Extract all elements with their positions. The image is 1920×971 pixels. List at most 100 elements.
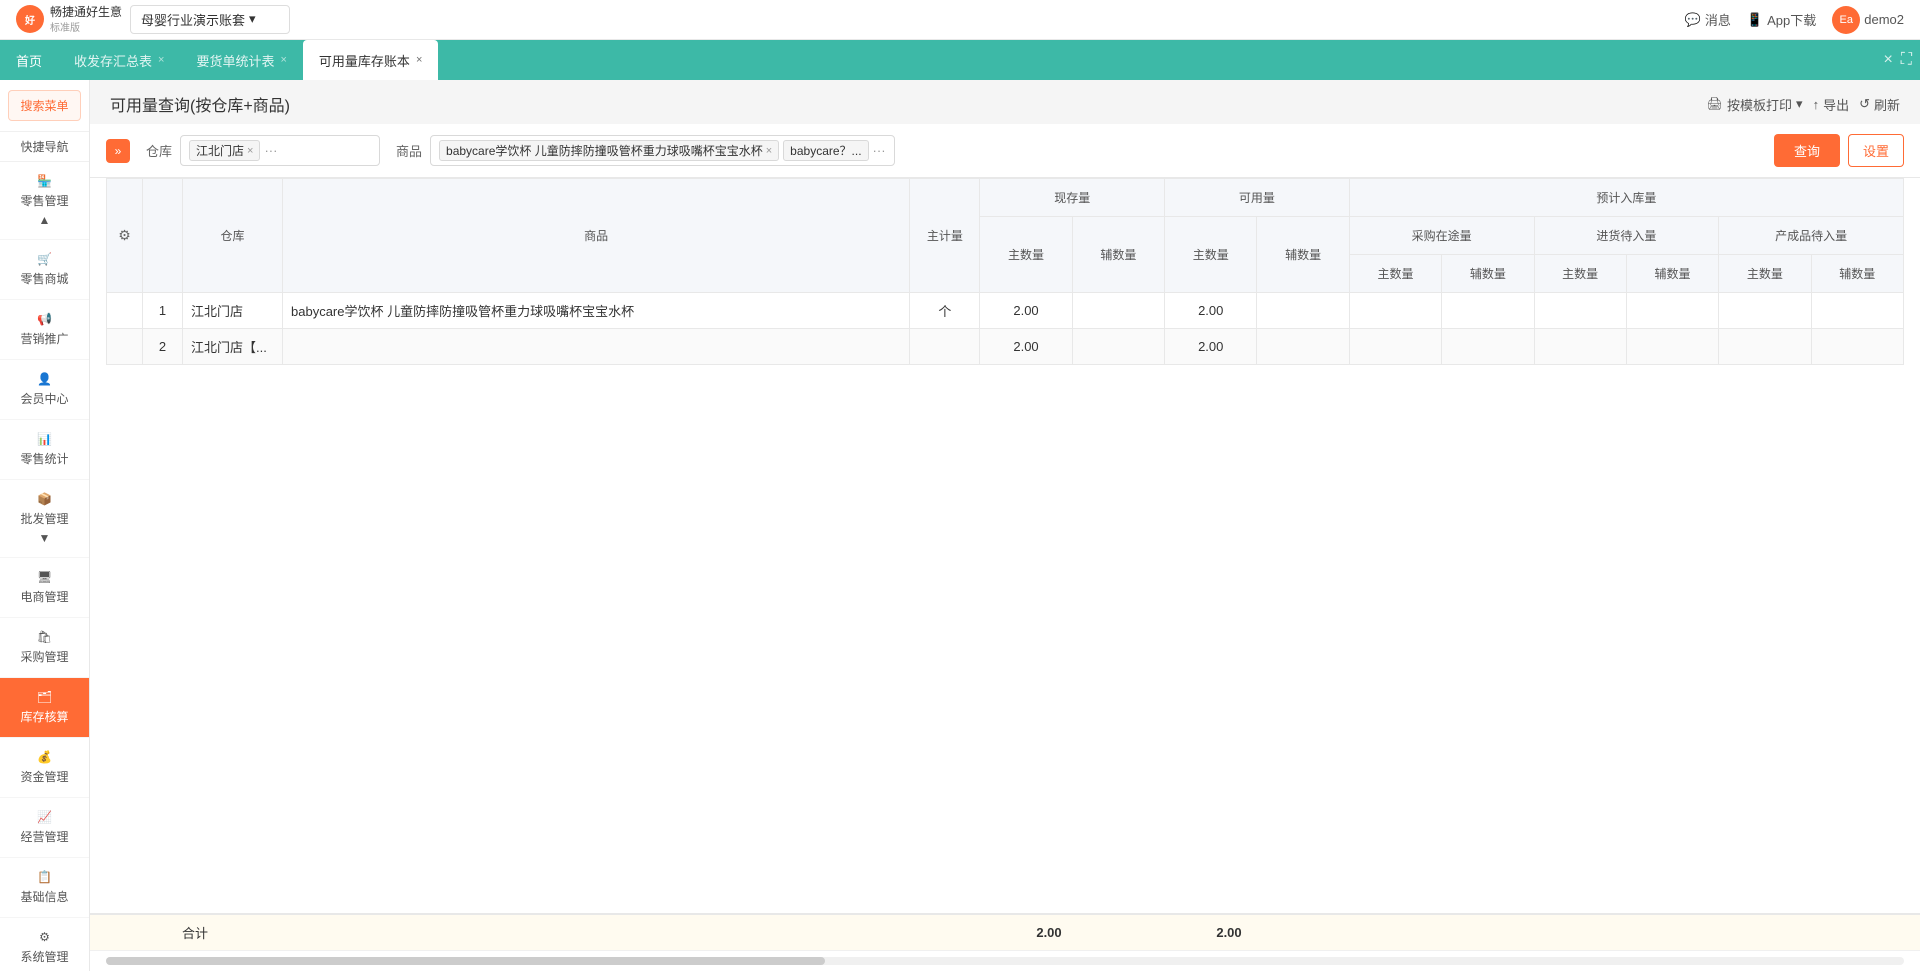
sidebar-item-operations-mgmt[interactable]: 📈 经营管理 bbox=[0, 798, 89, 858]
sidebar-item-finance-mgmt[interactable]: 💰 资金管理 bbox=[0, 738, 89, 798]
tab-available-stock-close[interactable]: × bbox=[416, 54, 422, 66]
sidebar-item-retail-mgmt[interactable]: 🏪 零售管理 ▲ bbox=[0, 162, 89, 240]
tab-receive-send-label: 收发存汇总表 bbox=[74, 51, 152, 70]
sidebar: 搜索菜单 快捷导航 🏪 零售管理 ▲ 🛒 零售商城 📢 营销推广 👤 会员中心 … bbox=[0, 80, 90, 971]
company-selector[interactable]: 母婴行业演示账套 ▾ bbox=[130, 5, 290, 34]
company-name: 母婴行业演示账套 bbox=[141, 10, 245, 29]
table-area: ⚙ 仓库 商品 主计量 现存量 可用量 预计入库量 主数量 辅数量 主数量 bbox=[90, 178, 1920, 913]
warehouse-filter-label: 仓库 bbox=[146, 141, 172, 160]
th-available: 可用量 bbox=[1165, 179, 1350, 217]
refresh-btn[interactable]: ↺ 刷新 bbox=[1859, 95, 1900, 114]
logo-area: 好 畅捷通好生意 标准版 bbox=[16, 5, 122, 34]
content-area: 可用量查询(按仓库+商品) 🖨 按模板打印 ▾ ↑ 导出 ↺ 刷新 » bbox=[90, 80, 1920, 971]
export-icon: ↑ bbox=[1813, 97, 1820, 112]
warehouse-ellipsis[interactable]: ··· bbox=[264, 143, 277, 158]
tab-order-stats-label: 要货单统计表 bbox=[196, 51, 274, 70]
tab-fullscreen-btn[interactable]: ⛶ bbox=[1901, 51, 1912, 69]
product-filter-input[interactable]: babycare学饮杯 儿童防摔防撞吸管杯重力球吸嘴杯宝宝水杯 × babyca… bbox=[430, 135, 895, 166]
footer-label: 合计 bbox=[182, 923, 342, 942]
product-ellipsis[interactable]: ··· bbox=[873, 143, 886, 158]
tab-available-stock[interactable]: 可用量库存账本 × bbox=[303, 40, 438, 80]
logo-subtitle: 标准版 bbox=[50, 19, 122, 34]
refresh-label: 刷新 bbox=[1874, 95, 1900, 114]
cell-warehouse: 江北门店【... bbox=[183, 329, 283, 365]
print-btn[interactable]: 🖨 按模板打印 ▾ bbox=[1707, 95, 1803, 114]
horizontal-scrollbar[interactable] bbox=[90, 950, 1920, 971]
main-layout: 搜索菜单 快捷导航 🏪 零售管理 ▲ 🛒 零售商城 📢 营销推广 👤 会员中心 … bbox=[0, 80, 1920, 971]
product-tag-1: babycare学饮杯 儿童防摔防撞吸管杯重力球吸嘴杯宝宝水杯 × bbox=[439, 140, 779, 161]
sidebar-item-retail-stats[interactable]: 📊 零售统计 bbox=[0, 420, 89, 480]
sidebar-item-purchase-mgmt[interactable]: 🛍 采购管理 bbox=[0, 618, 89, 678]
sidebar-item-basic-info[interactable]: 📋 基础信息 bbox=[0, 858, 89, 918]
cell-available-main: 2.00 bbox=[1165, 329, 1257, 365]
purchase-label: 采购管理 bbox=[20, 648, 68, 665]
cell-unit bbox=[910, 329, 980, 365]
sidebar-item-ecommerce-mgmt[interactable]: 🖥 电商管理 bbox=[0, 558, 89, 618]
sidebar-item-marketing[interactable]: 📢 营销推广 bbox=[0, 300, 89, 360]
purchase-icon: 🛍 bbox=[37, 630, 52, 644]
operations-label: 经营管理 bbox=[20, 828, 68, 845]
cell-product: babycare学饮杯 儿童防摔防撞吸管杯重力球吸嘴杯宝宝水杯 bbox=[283, 293, 910, 329]
tab-receive-send[interactable]: 收发存汇总表 × bbox=[58, 40, 180, 80]
sidebar-item-wholesale-mgmt[interactable]: 📦 批发管理 ▼ bbox=[0, 480, 89, 558]
username: demo2 bbox=[1864, 12, 1904, 27]
th-pending-product-in-main: 主数量 bbox=[1719, 255, 1811, 293]
message-btn[interactable]: 💬 消息 bbox=[1685, 10, 1731, 29]
cell-purchase-transit-aux bbox=[1442, 329, 1534, 365]
settings-btn[interactable]: 设置 bbox=[1848, 134, 1904, 167]
cell-unit: 个 bbox=[910, 293, 980, 329]
page-title: 可用量查询(按仓库+商品) bbox=[110, 92, 290, 116]
member-label: 会员中心 bbox=[20, 390, 68, 407]
th-warehouse: 仓库 bbox=[183, 179, 283, 293]
tab-order-stats[interactable]: 要货单统计表 × bbox=[180, 40, 302, 80]
footer-current-main: 2.00 bbox=[1004, 925, 1094, 940]
user-menu[interactable]: Ea demo2 bbox=[1832, 6, 1904, 34]
nav-tabs: 首页 收发存汇总表 × 要货单统计表 × 可用量库存账本 × × ⛶ bbox=[0, 40, 1920, 80]
cell-purchase-transit-main bbox=[1349, 293, 1441, 329]
page-actions: 🖨 按模板打印 ▾ ↑ 导出 ↺ 刷新 bbox=[1707, 95, 1901, 114]
th-pending-product-in: 产成品待入量 bbox=[1719, 217, 1904, 255]
sidebar-item-system-mgmt[interactable]: ⚙ 系统管理 bbox=[0, 918, 89, 971]
gear-icon[interactable]: ⚙ bbox=[118, 227, 131, 243]
sidebar-item-retail-mall[interactable]: 🛒 零售商城 bbox=[0, 240, 89, 300]
cell-pending-product-in-main bbox=[1719, 329, 1811, 365]
scroll-track bbox=[106, 957, 1904, 965]
logo-text: 畅捷通好生意 bbox=[50, 5, 122, 19]
tab-home[interactable]: 首页 bbox=[0, 40, 58, 80]
th-available-main: 主数量 bbox=[1165, 217, 1257, 293]
export-label: 导出 bbox=[1823, 95, 1849, 114]
finance-label: 资金管理 bbox=[20, 768, 68, 785]
retail-mall-icon: 🛒 bbox=[37, 252, 52, 266]
cell-current-aux bbox=[1072, 329, 1164, 365]
product-tag-1-remove[interactable]: × bbox=[766, 145, 772, 157]
tab-receive-send-close[interactable]: × bbox=[158, 54, 164, 66]
sidebar-item-inventory-check[interactable]: 🗂 库存核算 bbox=[0, 678, 89, 738]
search-menu-btn[interactable]: 搜索菜单 bbox=[8, 90, 81, 121]
cell-purchase-transit-main bbox=[1349, 329, 1441, 365]
data-table: ⚙ 仓库 商品 主计量 现存量 可用量 预计入库量 主数量 辅数量 主数量 bbox=[106, 178, 1904, 365]
sidebar-item-member-center[interactable]: 👤 会员中心 bbox=[0, 360, 89, 420]
export-btn[interactable]: ↑ 导出 bbox=[1813, 95, 1850, 114]
retail-mgmt-label: 零售管理 bbox=[20, 192, 68, 209]
tab-order-stats-close[interactable]: × bbox=[280, 54, 286, 66]
avatar: Ea bbox=[1832, 6, 1860, 34]
tab-close-all-btn[interactable]: × bbox=[1883, 51, 1892, 69]
cell-current-main: 2.00 bbox=[980, 329, 1072, 365]
top-bar: 好 畅捷通好生意 标准版 母婴行业演示账套 ▾ 💬 消息 📱 App下载 Ea … bbox=[0, 0, 1920, 40]
warehouse-tag: 江北门店 × bbox=[189, 140, 260, 161]
filter-expand-btn[interactable]: » bbox=[106, 139, 130, 163]
wholesale-arrow: ▼ bbox=[39, 531, 51, 545]
th-planned-in: 预计入库量 bbox=[1349, 179, 1903, 217]
cell-pending-inbound-aux bbox=[1626, 329, 1718, 365]
warehouse-filter-input[interactable]: 江北门店 × ··· bbox=[180, 135, 380, 166]
cell-warehouse: 江北门店 bbox=[183, 293, 283, 329]
app-download-btn[interactable]: 📱 App下载 bbox=[1747, 10, 1816, 29]
scroll-thumb[interactable] bbox=[106, 957, 825, 965]
inventory-label: 库存核算 bbox=[20, 708, 68, 725]
warehouse-tag-remove[interactable]: × bbox=[247, 145, 253, 157]
sidebar-quick-nav[interactable]: 快捷导航 bbox=[0, 132, 89, 162]
operations-icon: 📈 bbox=[37, 810, 52, 824]
query-btn[interactable]: 查询 bbox=[1774, 134, 1840, 167]
tab-available-stock-label: 可用量库存账本 bbox=[319, 51, 410, 70]
th-purchase-transit-aux: 辅数量 bbox=[1442, 255, 1534, 293]
